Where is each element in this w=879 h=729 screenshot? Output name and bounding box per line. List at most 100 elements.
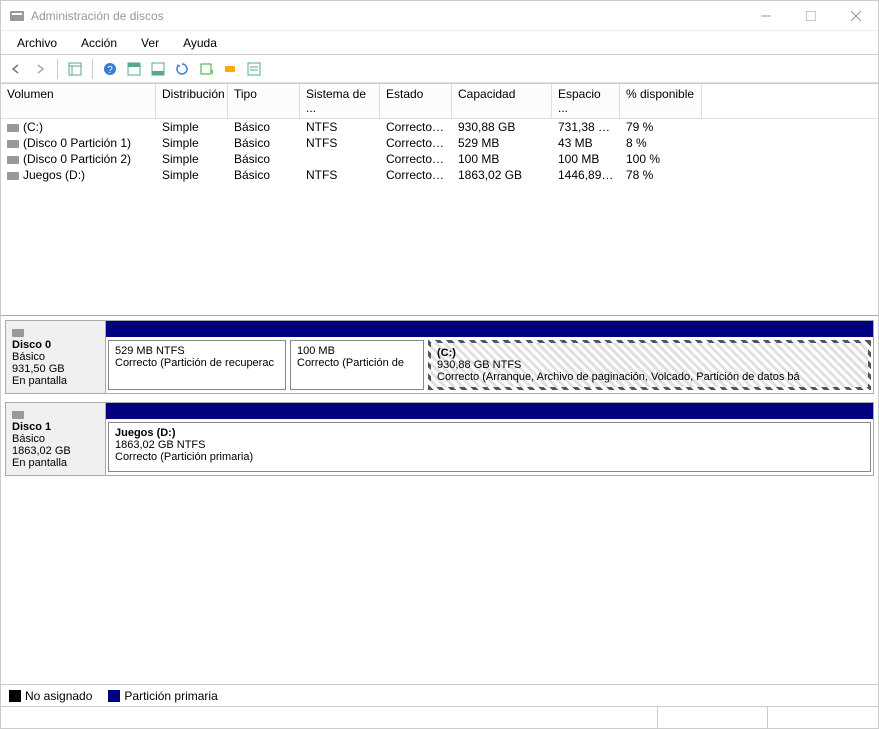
back-button[interactable]: [5, 58, 27, 80]
volume-row[interactable]: Juegos (D:)SimpleBásicoNTFSCorrecto (...…: [1, 167, 878, 183]
disk-name: Disco 0: [12, 339, 99, 351]
volume-list-body: (C:)SimpleBásicoNTFSCorrecto (...930,88 …: [1, 119, 878, 183]
col-percent[interactable]: % disponible: [620, 84, 702, 118]
cell: 100 MB: [452, 151, 552, 167]
cell: 100 MB: [552, 151, 620, 167]
cell: 1863,02 GB: [452, 167, 552, 183]
view-bottom-button[interactable]: [147, 58, 169, 80]
disk-name: Disco 1: [12, 421, 99, 433]
disk-icon-button[interactable]: [219, 58, 241, 80]
disk-info[interactable]: Disco 0Básico931,50 GBEn pantalla: [6, 321, 106, 393]
partition[interactable]: Juegos (D:)1863,02 GB NTFSCorrecto (Part…: [108, 422, 871, 472]
minimize-button[interactable]: [743, 1, 788, 31]
window-title: Administración de discos: [31, 9, 743, 23]
volume-icon: [7, 124, 19, 132]
menu-view[interactable]: Ver: [133, 34, 167, 52]
content-area: Volumen Distribución Tipo Sistema de ...…: [1, 83, 878, 706]
cell: NTFS: [300, 135, 380, 151]
titlebar: Administración de discos: [1, 1, 878, 31]
forward-button[interactable]: [29, 58, 51, 80]
partition-size: 529 MB NTFS: [115, 345, 185, 357]
partition[interactable]: 100 MBCorrecto (Partición de: [290, 340, 424, 390]
disk-info[interactable]: Disco 1Básico1863,02 GBEn pantalla: [6, 403, 106, 475]
refresh-button[interactable]: [171, 58, 193, 80]
cell: 731,38 GB: [552, 119, 620, 135]
cell: 43 MB: [552, 135, 620, 151]
cell: 100 %: [620, 151, 702, 167]
menu-file[interactable]: Archivo: [9, 34, 65, 52]
cell: Simple: [156, 119, 228, 135]
partition-title: Juegos (D:): [115, 427, 864, 439]
col-volume[interactable]: Volumen: [1, 84, 156, 118]
toolbar-separator: [92, 59, 93, 79]
statusbar-seg: [1, 707, 658, 728]
col-filesystem[interactable]: Sistema de ...: [300, 84, 380, 118]
menu-action[interactable]: Acción: [73, 34, 125, 52]
disk-stripe: [106, 403, 873, 419]
partition-boxes: 529 MB NTFSCorrecto (Partición de recupe…: [106, 337, 873, 393]
disk-status: En pantalla: [12, 375, 67, 387]
show-hide-button[interactable]: [64, 58, 86, 80]
disk-size: 931,50 GB: [12, 363, 65, 375]
cell: Juegos (D:): [1, 167, 156, 183]
volume-icon: [7, 156, 19, 164]
volume-row[interactable]: (C:)SimpleBásicoNTFSCorrecto (...930,88 …: [1, 119, 878, 135]
cell: Simple: [156, 167, 228, 183]
disk-stripe: [106, 321, 873, 337]
svg-text:+: +: [210, 67, 213, 76]
statusbar-seg: [658, 707, 768, 728]
col-type[interactable]: Tipo: [228, 84, 300, 118]
swatch-primary: [108, 690, 120, 702]
volume-list: Volumen Distribución Tipo Sistema de ...…: [1, 84, 878, 316]
volume-list-header: Volumen Distribución Tipo Sistema de ...…: [1, 84, 878, 119]
disk-partitions: Juegos (D:)1863,02 GB NTFSCorrecto (Part…: [106, 403, 873, 475]
cell: 529 MB: [452, 135, 552, 151]
swatch-unallocated: [9, 690, 21, 702]
col-status[interactable]: Estado: [380, 84, 452, 118]
view-top-button[interactable]: [123, 58, 145, 80]
volume-row[interactable]: (Disco 0 Partición 2)SimpleBásicoCorrect…: [1, 151, 878, 167]
toolbar-separator: [57, 59, 58, 79]
app-icon: [9, 8, 25, 24]
cell: Correcto (...: [380, 151, 452, 167]
partition-boxes: Juegos (D:)1863,02 GB NTFSCorrecto (Part…: [106, 419, 873, 475]
partition-status: Correcto (Partición de recuperac: [115, 357, 274, 369]
new-volume-button[interactable]: +: [195, 58, 217, 80]
menu-help[interactable]: Ayuda: [175, 34, 225, 52]
close-button[interactable]: [833, 1, 878, 31]
disk-icon: [12, 329, 24, 337]
volume-row[interactable]: (Disco 0 Partición 1)SimpleBásicoNTFSCor…: [1, 135, 878, 151]
properties-button[interactable]: [243, 58, 265, 80]
volume-icon: [7, 172, 19, 180]
col-layout[interactable]: Distribución: [156, 84, 228, 118]
cell: (Disco 0 Partición 2): [1, 151, 156, 167]
partition-status: Correcto (Partición de: [297, 357, 404, 369]
partition-status: Correcto (Arranque, Archivo de paginació…: [437, 371, 800, 383]
partition-size: 930,88 GB NTFS: [437, 359, 521, 371]
legend: No asignado Partición primaria: [1, 684, 878, 706]
cell: 1446,89 ...: [552, 167, 620, 183]
disk-partitions: 529 MB NTFSCorrecto (Partición de recupe…: [106, 321, 873, 393]
help-button[interactable]: ?: [99, 58, 121, 80]
disk-management-window: Administración de discos Archivo Acción …: [0, 0, 879, 729]
disk-type: Básico: [12, 351, 45, 363]
cell: NTFS: [300, 119, 380, 135]
graphical-view: Disco 0Básico931,50 GBEn pantalla529 MB …: [1, 316, 878, 684]
col-capacity[interactable]: Capacidad: [452, 84, 552, 118]
cell: Básico: [228, 119, 300, 135]
partition-size: 100 MB: [297, 345, 335, 357]
partition[interactable]: (C:)930,88 GB NTFSCorrecto (Arranque, Ar…: [428, 340, 871, 390]
cell: (C:): [1, 119, 156, 135]
partition-status: Correcto (Partición primaria): [115, 451, 253, 463]
statusbar-seg: [768, 707, 878, 728]
cell: 8 %: [620, 135, 702, 151]
cell: 78 %: [620, 167, 702, 183]
disk-status: En pantalla: [12, 457, 67, 469]
col-freespace[interactable]: Espacio ...: [552, 84, 620, 118]
cell: NTFS: [300, 167, 380, 183]
partition[interactable]: 529 MB NTFSCorrecto (Partición de recupe…: [108, 340, 286, 390]
cell: Correcto (...: [380, 135, 452, 151]
partition-title: (C:): [437, 347, 862, 359]
cell: Básico: [228, 151, 300, 167]
maximize-button[interactable]: [788, 1, 833, 31]
